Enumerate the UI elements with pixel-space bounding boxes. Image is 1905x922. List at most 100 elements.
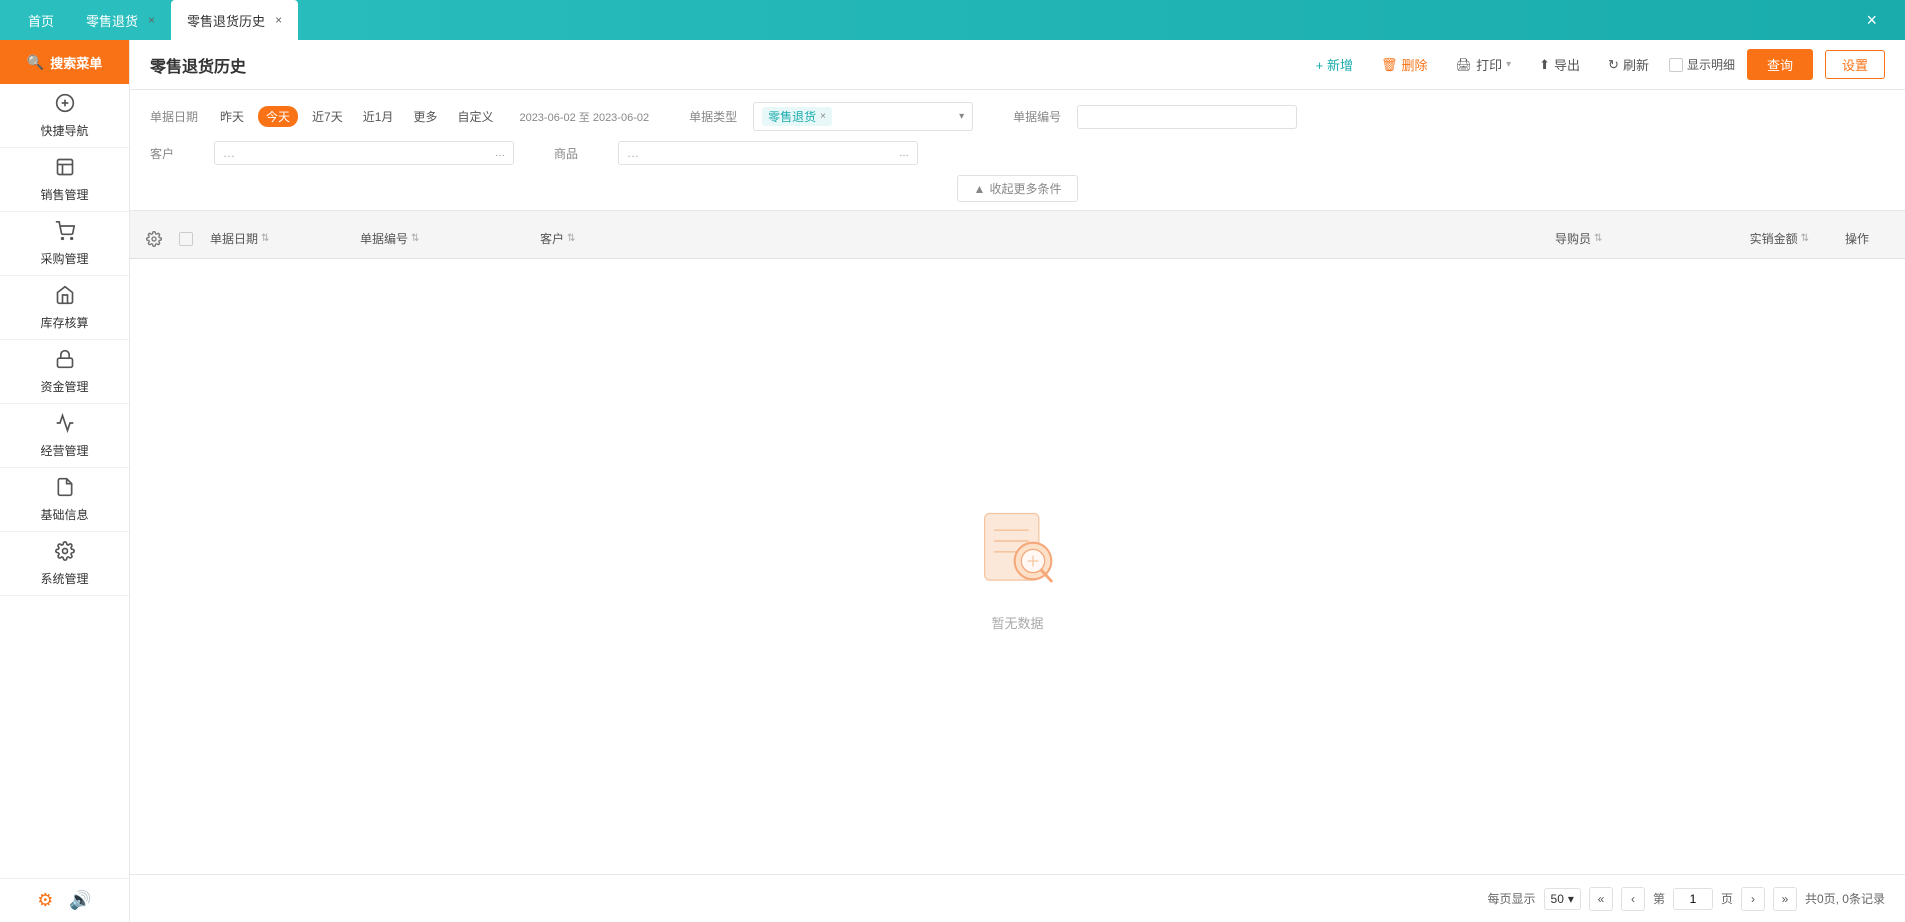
page-prefix-label: 第 [1653, 890, 1665, 907]
per-page-label: 每页显示 [1488, 890, 1536, 907]
th-amount-label: 实销金额 [1750, 230, 1798, 247]
date-opt-custom[interactable]: 自定义 [451, 106, 499, 127]
page-prev-btn[interactable]: ‹ [1621, 887, 1645, 911]
sidebar-item-ops-mgmt[interactable]: 经营管理 [0, 404, 129, 468]
setting-button[interactable]: 设置 [1825, 50, 1885, 79]
export-btn[interactable]: ⬆ 导出 [1531, 51, 1588, 78]
empty-text: 暂无数据 [991, 613, 1043, 632]
th-check[interactable] [170, 232, 202, 246]
date-opt-7days[interactable]: 近7天 [306, 106, 349, 127]
th-settings[interactable] [138, 231, 170, 247]
filter-row-2: 客户 … … 商品 … … [150, 141, 1885, 165]
voucher-input[interactable] [1077, 105, 1297, 129]
content-area: 零售退货历史 + 新增 🗑 删除 🖨 打印 ▾ ⬆ 导出 [130, 40, 1905, 922]
th-date-sort-icon: ⇅ [261, 233, 269, 244]
settings-bottom-icon[interactable]: ⚙ [37, 890, 53, 911]
th-date[interactable]: 单据日期 ⇅ [202, 230, 352, 247]
retail-return-tab-close[interactable]: × [148, 13, 155, 27]
page-last-btn[interactable]: » [1773, 887, 1797, 911]
th-customer[interactable]: 客户 ⇅ [532, 230, 1547, 247]
header-actions: + 新增 🗑 删除 🖨 打印 ▾ ⬆ 导出 ↻ 刷新 [1308, 49, 1885, 80]
goods-filter-label: 商品 [554, 145, 602, 162]
print-arrow-icon: ▾ [1506, 59, 1511, 70]
export-btn-label: 导出 [1554, 55, 1580, 74]
type-select-box[interactable]: 零售退货 × ▾ [753, 102, 973, 131]
th-guide-sort-icon: ⇅ [1594, 233, 1602, 244]
th-guide-label: 导购员 [1555, 230, 1591, 247]
pagination-bar: 每页显示 50 ▾ « ‹ 第 页 › » 共0页, 0条记录 [130, 874, 1905, 922]
sidebar-sys-mgmt-label: 系统管理 [40, 570, 88, 587]
th-guide[interactable]: 导购员 ⇅ [1547, 230, 1697, 247]
speaker-icon[interactable]: 🔊 [69, 890, 91, 911]
tab-retail-return[interactable]: 零售退货 × [70, 0, 171, 40]
date-options: 昨天 今天 近7天 近1月 更多 自定义 [214, 106, 499, 127]
sidebar-item-sys-mgmt[interactable]: 系统管理 [0, 532, 129, 596]
stock-calc-icon [55, 285, 75, 310]
customer-select-arrow: … [495, 148, 505, 159]
th-date-label: 单据日期 [210, 230, 258, 247]
th-customer-label: 客户 [540, 230, 564, 247]
header-checkbox[interactable] [179, 232, 193, 246]
refresh-btn[interactable]: ↻ 刷新 [1600, 51, 1657, 78]
sidebar-item-sales-mgmt[interactable]: 销售管理 [0, 148, 129, 212]
tab-retail-return-history[interactable]: 零售退货历史 × [171, 0, 298, 40]
sidebar-sales-mgmt-label: 销售管理 [40, 186, 88, 203]
total-label: 共0页, 0条记录 [1805, 890, 1885, 907]
print-icon: 🖨 [1456, 57, 1473, 73]
sidebar-item-finance-mgmt[interactable]: 资金管理 [0, 340, 129, 404]
goods-select-box[interactable]: … … [618, 141, 918, 165]
th-amount-sort-icon: ⇅ [1801, 233, 1809, 244]
sidebar-item-stock-calc[interactable]: 库存核算 [0, 276, 129, 340]
date-opt-more[interactable]: 更多 [407, 106, 443, 127]
retail-return-tab-label: 零售退货 [86, 11, 138, 30]
print-btn[interactable]: 🖨 打印 ▾ [1448, 51, 1520, 78]
collapse-row: ▲ 收起更多条件 [150, 175, 1885, 202]
sidebar-stock-calc-label: 库存核算 [40, 314, 88, 331]
show-detail-label[interactable]: 显示明细 [1669, 56, 1735, 73]
page-next-btn[interactable]: › [1741, 887, 1765, 911]
delete-btn[interactable]: 🗑 删除 [1373, 51, 1436, 78]
filter-area: 单据日期 昨天 今天 近7天 近1月 更多 自定义 2023-06-02 至 2… [130, 90, 1905, 211]
th-num-sort-icon: ⇅ [411, 233, 419, 244]
date-opt-today[interactable]: 今天 [258, 106, 298, 127]
query-button[interactable]: 查询 [1747, 49, 1813, 80]
retail-return-history-tab-label: 零售退货历史 [187, 11, 265, 30]
type-tag-close[interactable]: × [820, 111, 826, 122]
sidebar-search-btn[interactable]: 🔍 搜索菜单 [0, 40, 129, 84]
sidebar-item-purchase-mgmt[interactable]: 采购管理 [0, 212, 129, 276]
sidebar-basic-info-label: 基础信息 [40, 506, 88, 523]
empty-state: 暂无数据 [130, 259, 1905, 874]
page-number-input[interactable] [1673, 888, 1713, 910]
retail-return-history-tab-close[interactable]: × [275, 13, 282, 27]
add-btn[interactable]: + 新增 [1308, 51, 1361, 78]
date-range-text: 2023-06-02 至 2023-06-02 [519, 109, 649, 125]
table-header: 单据日期 ⇅ 单据编号 ⇅ 客户 ⇅ 导购员 ⇅ 实销金额 ⇅ [130, 219, 1905, 259]
export-icon: ⬆ [1539, 57, 1550, 73]
goods-placeholder: … [627, 146, 639, 160]
th-action: 操作 [1817, 230, 1897, 247]
table-area: 单据日期 ⇅ 单据编号 ⇅ 客户 ⇅ 导购员 ⇅ 实销金额 ⇅ [130, 219, 1905, 922]
per-page-select[interactable]: 50 ▾ [1544, 888, 1581, 910]
date-opt-1month[interactable]: 近1月 [357, 106, 400, 127]
collapse-btn[interactable]: ▲ 收起更多条件 [957, 175, 1079, 202]
sidebar-bottom: ⚙ 🔊 [0, 878, 129, 922]
topbar-close-btn[interactable]: × [1858, 6, 1885, 35]
collapse-label: 收起更多条件 [989, 180, 1061, 197]
th-num[interactable]: 单据编号 ⇅ [352, 230, 532, 247]
add-btn-label: + 新增 [1316, 55, 1353, 74]
date-filter-label: 单据日期 [150, 108, 198, 125]
purchase-mgmt-icon [55, 221, 75, 246]
th-amount[interactable]: 实销金额 ⇅ [1697, 230, 1817, 247]
sidebar-item-basic-info[interactable]: 基础信息 [0, 468, 129, 532]
date-opt-yesterday[interactable]: 昨天 [214, 106, 250, 127]
quick-nav-icon [55, 93, 75, 118]
show-detail-text: 显示明细 [1687, 56, 1735, 73]
type-tag: 零售退货 × [762, 107, 832, 126]
sidebar-item-quick-nav[interactable]: 快捷导航 [0, 84, 129, 148]
show-detail-checkbox[interactable] [1669, 58, 1683, 72]
customer-select-box[interactable]: … … [214, 141, 514, 165]
sales-mgmt-icon [55, 157, 75, 182]
tab-home[interactable]: 首页 [12, 0, 70, 40]
page-first-btn[interactable]: « [1589, 887, 1613, 911]
page-suffix-label: 页 [1721, 890, 1733, 907]
